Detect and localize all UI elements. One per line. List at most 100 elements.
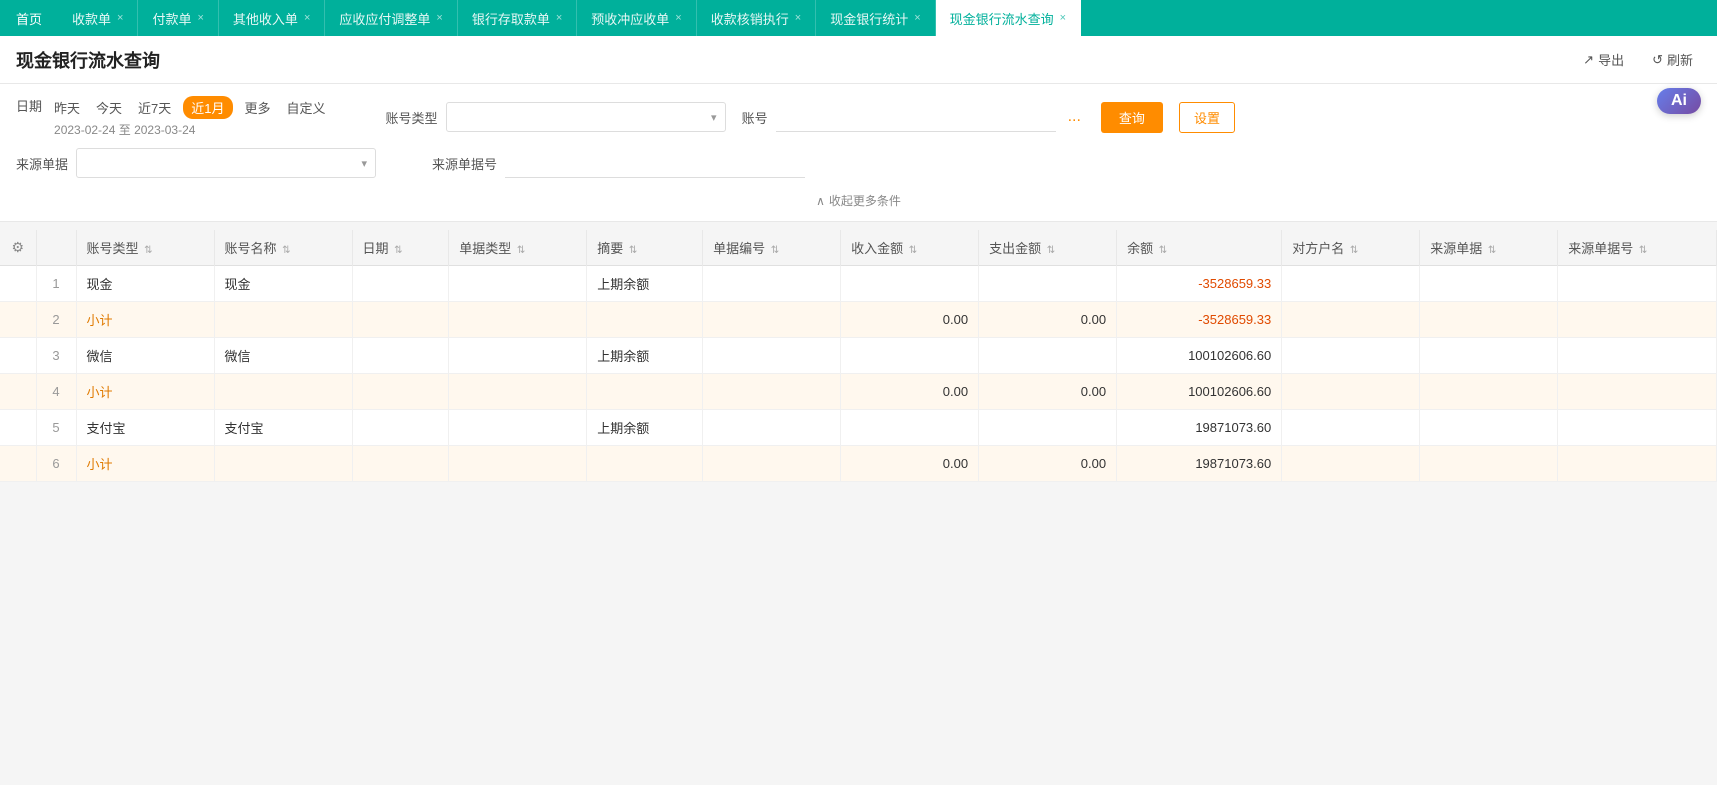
- row-account-type: 小计: [76, 446, 214, 482]
- row-counterpart: [1282, 446, 1420, 482]
- row-settings-cell: [0, 338, 36, 374]
- account-input[interactable]: [776, 102, 1056, 132]
- nav-tab-5[interactable]: 预收冲应收单 ×: [577, 0, 696, 36]
- row-date: [352, 410, 449, 446]
- row-account-name: 微信: [214, 338, 352, 374]
- row-counterpart: [1282, 266, 1420, 302]
- close-icon[interactable]: ×: [795, 12, 801, 24]
- col-account-name[interactable]: 账号名称 ⇅: [214, 230, 352, 266]
- col-doc-no[interactable]: 单据编号 ⇅: [703, 230, 841, 266]
- row-account-name: [214, 446, 352, 482]
- row-doc-type: [449, 338, 587, 374]
- row-account-type: 小计: [76, 374, 214, 410]
- source-doc-select[interactable]: ▾: [76, 148, 376, 178]
- row-balance: 19871073.60: [1117, 410, 1282, 446]
- nav-tab-0[interactable]: 收款单 ×: [58, 0, 138, 36]
- close-icon[interactable]: ×: [675, 12, 681, 24]
- filter-area: 日期 昨天 今天 近7天 近1月 更多 自定义 2023-02-24 至 202…: [0, 84, 1717, 222]
- row-num: 4: [36, 374, 76, 410]
- row-source-doc: [1420, 374, 1558, 410]
- row-source-doc: [1420, 446, 1558, 482]
- col-num: [36, 230, 76, 266]
- date-range-display: 2023-02-24 至 2023-03-24: [54, 121, 330, 138]
- row-balance: -3528659.33: [1117, 266, 1282, 302]
- row-doc-no: [703, 266, 841, 302]
- close-icon[interactable]: ×: [556, 12, 562, 24]
- row-summary: 上期余额: [587, 338, 703, 374]
- col-doc-type[interactable]: 单据类型 ⇅: [449, 230, 587, 266]
- chevron-up-icon: ∧: [816, 194, 825, 208]
- row-source-doc: [1420, 410, 1558, 446]
- sort-icon: ⇅: [1350, 245, 1358, 256]
- col-expense[interactable]: 支出金额 ⇅: [979, 230, 1117, 266]
- close-icon[interactable]: ×: [197, 12, 203, 24]
- table-row: 1现金现金上期余额-3528659.33: [0, 266, 1717, 302]
- date-label: 日期: [16, 96, 42, 115]
- col-account-type[interactable]: 账号类型 ⇅: [76, 230, 214, 266]
- row-settings-cell: [0, 446, 36, 482]
- collapse-bar[interactable]: ∧ 收起更多条件: [16, 188, 1701, 213]
- row-balance: 19871073.60: [1117, 446, 1282, 482]
- nav-tab-8[interactable]: 现金银行流水查询 ×: [936, 0, 1081, 36]
- row-income: 0.00: [841, 446, 979, 482]
- shortcut-custom[interactable]: 自定义: [283, 96, 330, 119]
- date-shortcuts: 昨天 今天 近7天 近1月 更多 自定义: [50, 96, 330, 119]
- date-filter: 日期 昨天 今天 近7天 近1月 更多 自定义 2023-02-24 至 202…: [16, 96, 330, 138]
- row-account-name: 支付宝: [214, 410, 352, 446]
- col-source-doc[interactable]: 来源单据 ⇅: [1420, 230, 1558, 266]
- chevron-down-icon: ▾: [711, 111, 717, 124]
- nav-tab-4[interactable]: 银行存取款单 ×: [458, 0, 577, 36]
- sort-icon: ⇅: [394, 245, 402, 256]
- row-income: 0.00: [841, 374, 979, 410]
- shortcut-today[interactable]: 今天: [92, 96, 126, 119]
- row-date: [352, 266, 449, 302]
- shortcut-7days[interactable]: 近7天: [134, 96, 175, 119]
- account-dots-button[interactable]: ...: [1064, 108, 1085, 126]
- nav-home[interactable]: 首页: [0, 0, 58, 36]
- shortcut-1month[interactable]: 近1月: [183, 96, 232, 119]
- settings-button[interactable]: 设置: [1179, 102, 1235, 133]
- close-icon[interactable]: ×: [117, 12, 123, 24]
- col-source-doc-no[interactable]: 来源单据号 ⇅: [1558, 230, 1717, 266]
- query-button[interactable]: 查询: [1101, 102, 1163, 133]
- col-summary[interactable]: 摘要 ⇅: [587, 230, 703, 266]
- close-icon[interactable]: ×: [914, 12, 920, 24]
- col-balance[interactable]: 余额 ⇅: [1117, 230, 1282, 266]
- table-body: 1现金现金上期余额-3528659.332小计0.000.00-3528659.…: [0, 266, 1717, 482]
- ai-badge[interactable]: Ai: [1657, 88, 1701, 114]
- gear-icon[interactable]: ⚙: [11, 239, 24, 256]
- shortcut-yesterday[interactable]: 昨天: [50, 96, 84, 119]
- nav-tab-7[interactable]: 现金银行统计 ×: [816, 0, 935, 36]
- sort-icon: ⇅: [1159, 245, 1167, 256]
- sort-icon: ⇅: [282, 245, 290, 256]
- source-doc-filter: 来源单据 ▾: [16, 148, 376, 178]
- nav-tab-6[interactable]: 收款核销执行 ×: [697, 0, 816, 36]
- row-doc-type: [449, 410, 587, 446]
- chevron-down-icon: ▾: [361, 157, 367, 170]
- row-counterpart: [1282, 338, 1420, 374]
- source-doc-num-input[interactable]: [505, 148, 805, 178]
- row-summary: 上期余额: [587, 410, 703, 446]
- col-date[interactable]: 日期 ⇅: [352, 230, 449, 266]
- col-counterpart[interactable]: 对方户名 ⇅: [1282, 230, 1420, 266]
- shortcut-more[interactable]: 更多: [241, 96, 275, 119]
- row-doc-no: [703, 374, 841, 410]
- account-type-select[interactable]: ▾: [446, 102, 726, 132]
- row-date: [352, 374, 449, 410]
- nav-tab-3[interactable]: 应收应付调整单 ×: [325, 0, 457, 36]
- refresh-button[interactable]: ↺ 刷新: [1644, 46, 1701, 73]
- page-header: 现金银行流水查询 ↗ 导出 ↺ 刷新: [0, 36, 1717, 84]
- row-doc-no: [703, 338, 841, 374]
- row-summary: [587, 446, 703, 482]
- col-income[interactable]: 收入金额 ⇅: [841, 230, 979, 266]
- nav-tab-1[interactable]: 付款单 ×: [138, 0, 218, 36]
- close-icon[interactable]: ×: [1060, 12, 1066, 24]
- close-icon[interactable]: ×: [304, 12, 310, 24]
- close-icon[interactable]: ×: [436, 12, 442, 24]
- nav-tab-2[interactable]: 其他收入单 ×: [219, 0, 325, 36]
- row-num: 6: [36, 446, 76, 482]
- filter-row-2: 来源单据 ▾ 来源单据号: [16, 148, 1701, 178]
- col-settings[interactable]: ⚙: [0, 230, 36, 266]
- export-button[interactable]: ↗ 导出: [1575, 46, 1632, 73]
- page-title: 现金银行流水查询: [16, 47, 160, 73]
